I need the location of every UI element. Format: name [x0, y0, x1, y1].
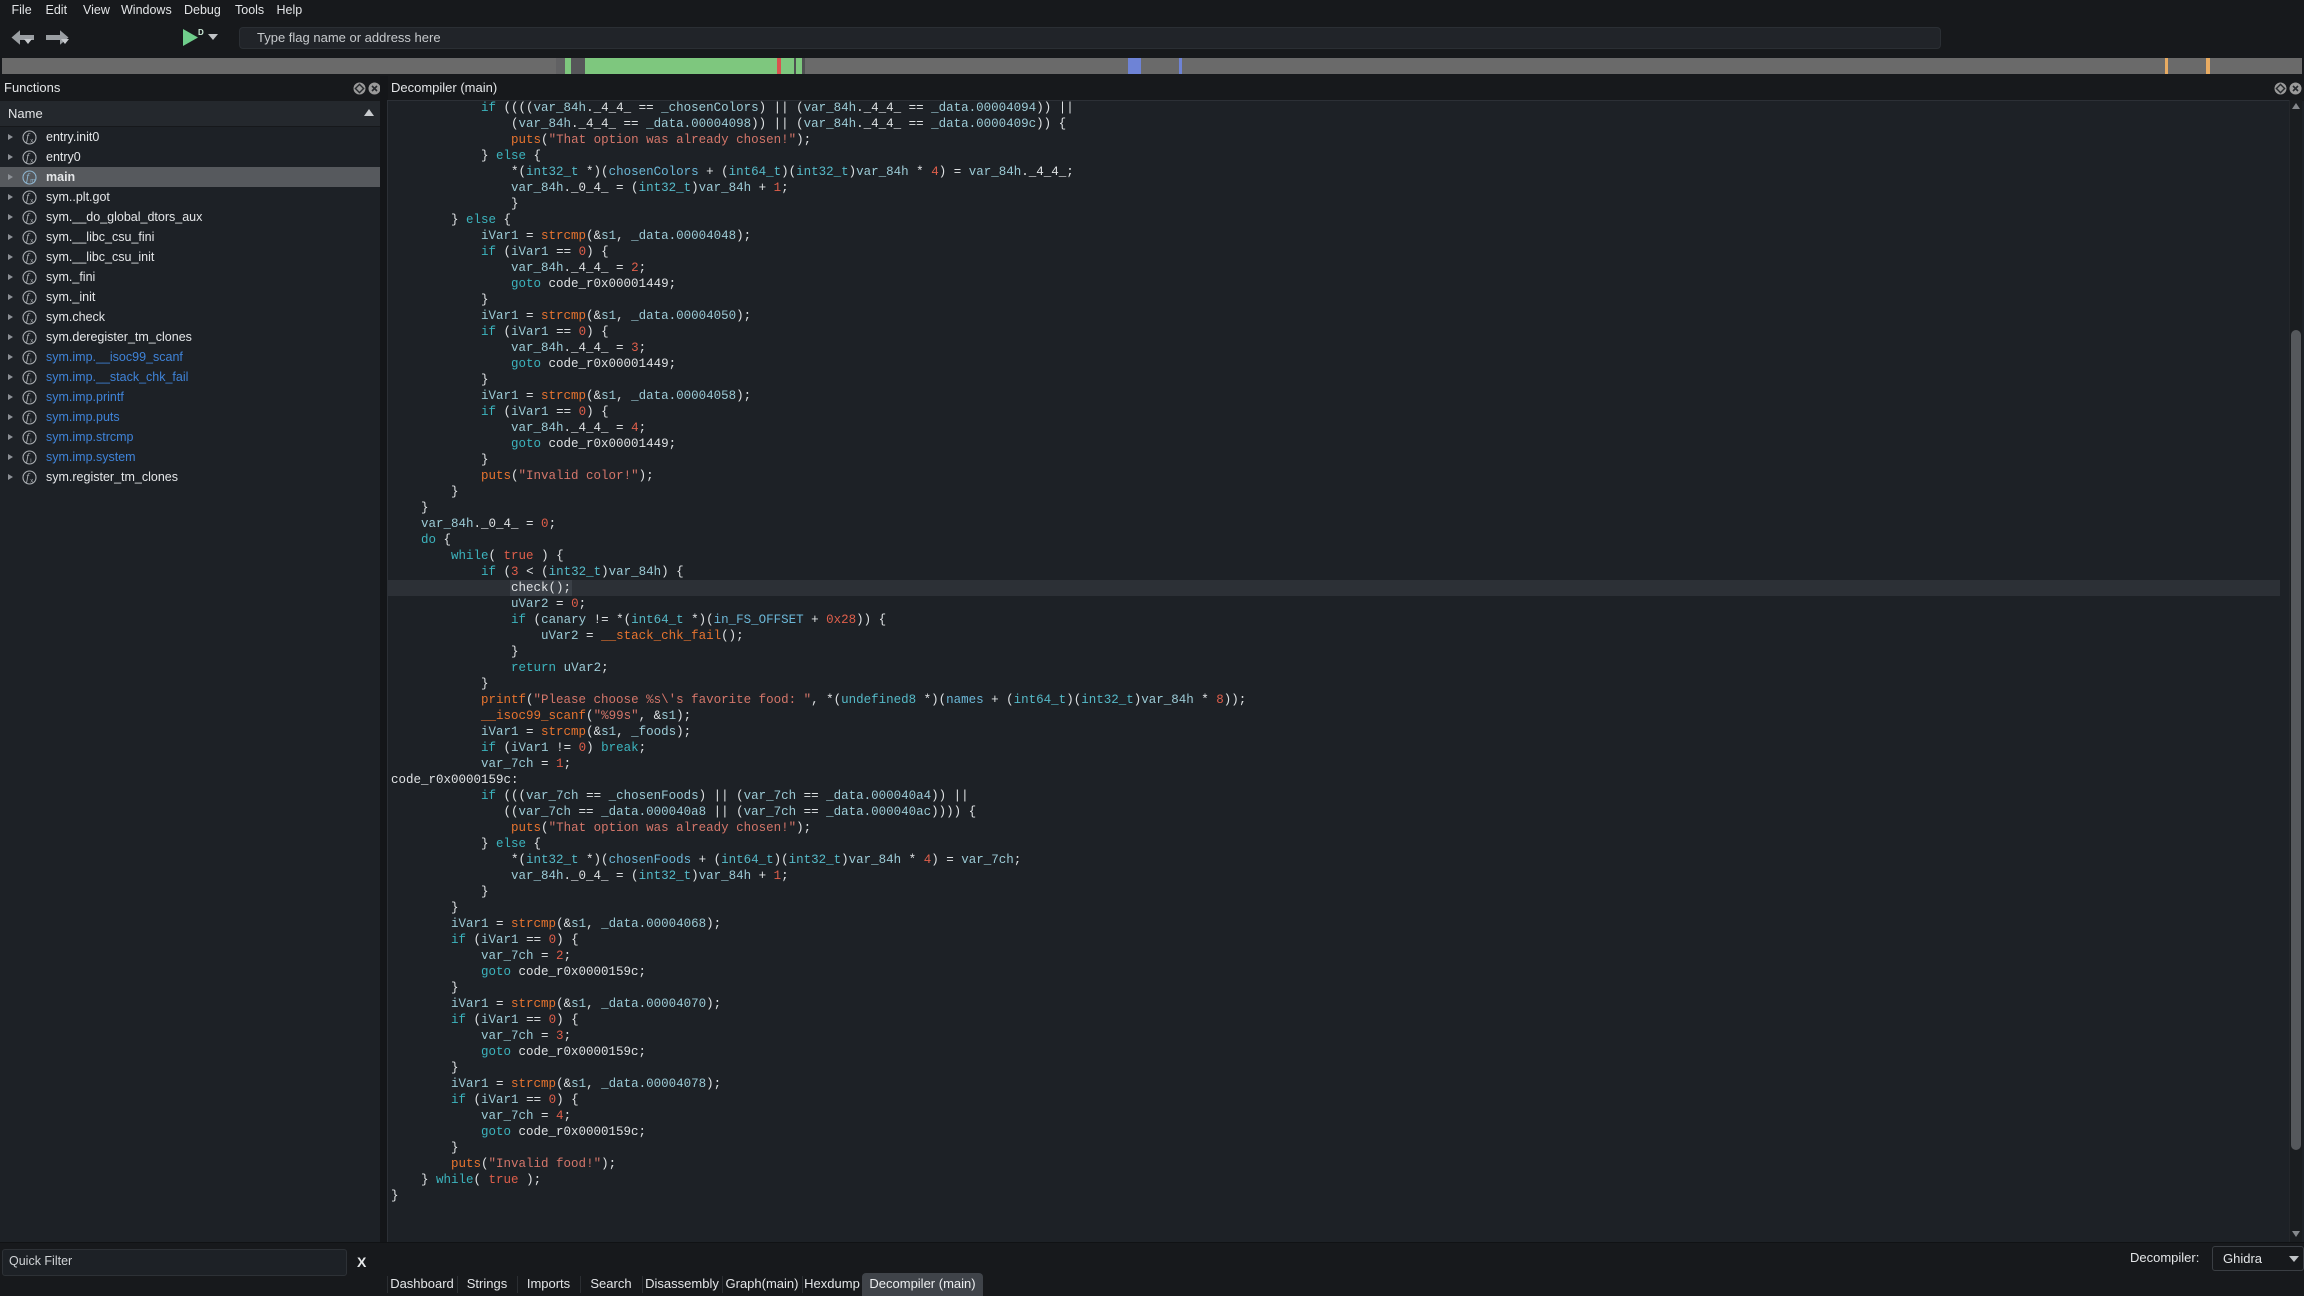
svg-text:i: i — [30, 458, 31, 464]
svg-text:m: m — [30, 178, 35, 184]
svg-text:i: i — [30, 418, 31, 424]
svg-text:x: x — [30, 218, 33, 224]
svg-text:x: x — [30, 138, 33, 144]
svg-text:x: x — [30, 318, 33, 324]
svg-text:x: x — [30, 238, 33, 244]
svg-text:x: x — [30, 198, 33, 204]
svg-text:x: x — [30, 478, 33, 484]
svg-text:i: i — [30, 398, 31, 404]
svg-text:i: i — [30, 438, 31, 444]
svg-text:x: x — [30, 258, 33, 264]
svg-text:x: x — [30, 158, 33, 164]
svg-text:x: x — [30, 338, 33, 344]
svg-text:x: x — [30, 298, 33, 304]
svg-text:x: x — [30, 278, 33, 284]
svg-text:i: i — [30, 378, 31, 384]
svg-text:i: i — [30, 358, 31, 364]
